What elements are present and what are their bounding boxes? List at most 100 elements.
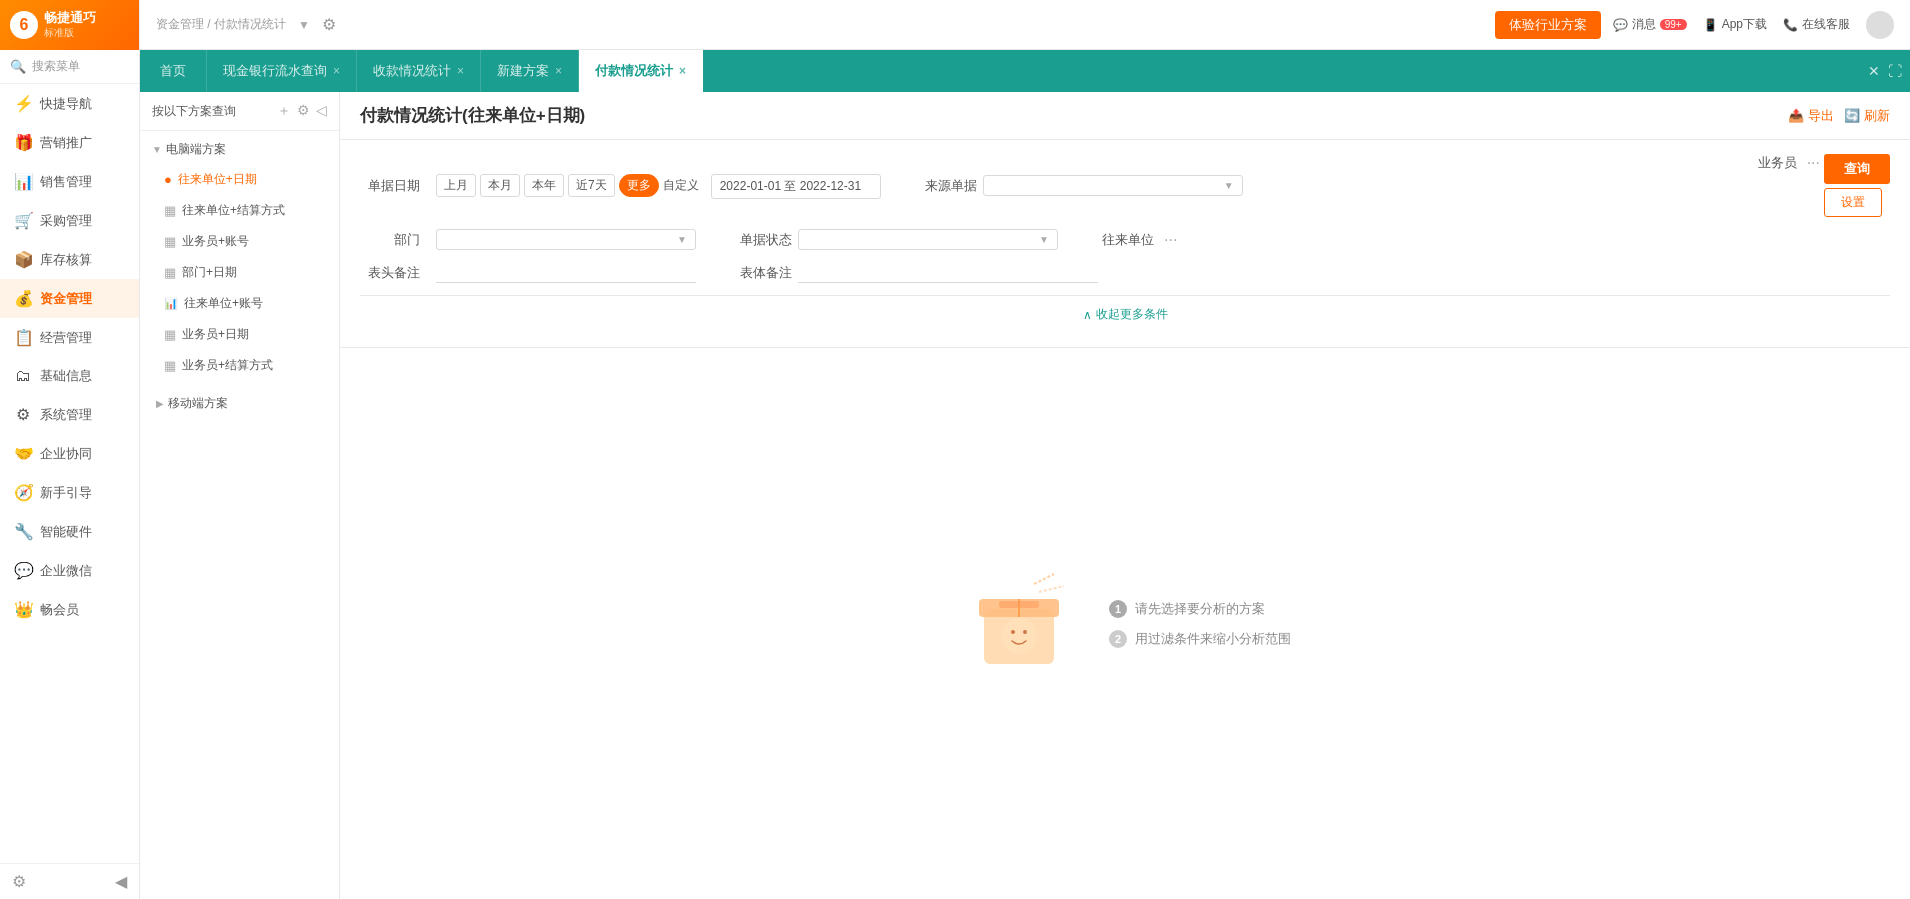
app-icon: 📱 bbox=[1703, 18, 1718, 32]
mobile-section-label: 移动端方案 bbox=[168, 395, 228, 412]
export-label: 导出 bbox=[1808, 107, 1834, 125]
tab-new-scheme[interactable]: 新建方案 × bbox=[481, 50, 579, 92]
scheme-dept-date[interactable]: ▦ 部门+日期 bbox=[140, 257, 339, 288]
tab-receipt-stat[interactable]: 收款情况统计 × bbox=[357, 50, 481, 92]
sidebar-item-label-wechat: 企业微信 bbox=[40, 562, 92, 580]
svg-rect-3 bbox=[999, 601, 1039, 608]
left-panel-header: 按以下方案查询 ＋ ⚙ ◁ bbox=[140, 92, 339, 131]
sidebar-item-sales[interactable]: 📊销售管理 bbox=[0, 162, 139, 201]
sidebar-item-quick-nav[interactable]: ⚡快捷导航 bbox=[0, 84, 139, 123]
footer-settings-icon[interactable]: ⚙ bbox=[12, 872, 26, 891]
scheme-counterpart-settle[interactable]: ▦ 往来单位+结算方式 bbox=[140, 195, 339, 226]
sidebar-item-hardware[interactable]: 🔧智能硬件 bbox=[0, 512, 139, 551]
sidebar-item-finance[interactable]: 💰资金管理 bbox=[0, 279, 139, 318]
messages-action[interactable]: 💬 消息 99+ bbox=[1613, 16, 1687, 33]
scheme-counterpart-date-label: 往来单位+日期 bbox=[178, 171, 257, 188]
body-note-input[interactable] bbox=[798, 262, 1098, 283]
shortcut-this-year[interactable]: 本年 bbox=[524, 174, 564, 197]
svg-line-7 bbox=[1034, 574, 1054, 584]
search-icon: 🔍 bbox=[10, 59, 26, 74]
svg-line-8 bbox=[1039, 586, 1064, 592]
source-select[interactable]: ▼ bbox=[983, 175, 1243, 196]
status-select[interactable]: ▼ bbox=[798, 229, 1058, 250]
desktop-section: ▼ 电脑端方案 ● 往来单位+日期 ▦ 往来单位+结算方式 ▦ 业务员+账号 ▦ bbox=[140, 131, 339, 385]
settings-button[interactable]: 设置 bbox=[1824, 188, 1882, 217]
refresh-button[interactable]: 🔄 刷新 bbox=[1844, 107, 1890, 125]
header-note-input[interactable] bbox=[436, 262, 696, 283]
date-range-value: 2022-01-01 至 2022-12-31 bbox=[720, 178, 861, 195]
sidebar-item-wechat[interactable]: 💬企业微信 bbox=[0, 551, 139, 590]
tab-bank-flow[interactable]: 现金银行流水查询 × bbox=[207, 50, 357, 92]
shortcut-last-month[interactable]: 上月 bbox=[436, 174, 476, 197]
empty-texts: 1 请先选择要分析的方案 2 用过滤条件来缩小分析范围 bbox=[1109, 600, 1291, 648]
user-avatar[interactable] bbox=[1866, 11, 1894, 39]
sidebar-item-guide[interactable]: 🧭新手引导 bbox=[0, 473, 139, 512]
add-scheme-icon[interactable]: ＋ bbox=[277, 102, 291, 120]
sidebar-item-label-member: 畅会员 bbox=[40, 601, 79, 619]
tab-receipt-stat-close[interactable]: × bbox=[457, 64, 464, 78]
trial-button[interactable]: 体验行业方案 bbox=[1495, 11, 1601, 39]
tab-payment-stat[interactable]: 付款情况统计 × bbox=[579, 50, 703, 92]
empty-step-1-text: 请先选择要分析的方案 bbox=[1135, 600, 1265, 618]
scheme-salesman-settle[interactable]: ▦ 业务员+结算方式 bbox=[140, 350, 339, 381]
filter-row-2: 部门 ▼ 单据状态 ▼ 往来单位 ··· bbox=[360, 229, 1890, 250]
tab-expand-icon[interactable]: ⛶ bbox=[1888, 63, 1902, 79]
sidebar-item-inventory[interactable]: 📦库存核算 bbox=[0, 240, 139, 279]
sidebar-item-system[interactable]: ⚙系统管理 bbox=[0, 395, 139, 434]
sidebar-search[interactable]: 🔍 搜索菜单 bbox=[0, 50, 139, 84]
scheme-settings-icon[interactable]: ⚙ bbox=[297, 102, 310, 120]
dept-select[interactable]: ▼ bbox=[436, 229, 696, 250]
date-range-input[interactable]: 2022-01-01 至 2022-12-31 bbox=[711, 174, 881, 199]
desktop-section-label: 电脑端方案 bbox=[166, 141, 226, 158]
tab-new-scheme-close[interactable]: × bbox=[555, 64, 562, 78]
shortcut-this-month[interactable]: 本月 bbox=[480, 174, 520, 197]
tab-bank-flow-close[interactable]: × bbox=[333, 64, 340, 78]
sidebar-item-purchase[interactable]: 🛒采购管理 bbox=[0, 201, 139, 240]
query-button[interactable]: 查询 bbox=[1824, 154, 1890, 184]
scheme-salesman-date[interactable]: ▦ 业务员+日期 bbox=[140, 319, 339, 350]
tab-payment-stat-close[interactable]: × bbox=[679, 64, 686, 78]
scheme-counterpart-account[interactable]: 📊 往来单位+账号 bbox=[140, 288, 339, 319]
sidebar-item-basic[interactable]: 🗂基础信息 bbox=[0, 357, 139, 395]
left-panel-header-text: 按以下方案查询 bbox=[152, 103, 271, 120]
tab-close-all-icon[interactable]: ✕ bbox=[1868, 63, 1880, 79]
tab-bank-flow-label: 现金银行流水查询 bbox=[223, 62, 327, 80]
desktop-section-header[interactable]: ▼ 电脑端方案 bbox=[140, 135, 339, 164]
tab-home[interactable]: 首页 bbox=[140, 50, 207, 92]
svg-point-5 bbox=[1011, 630, 1015, 634]
status-label: 单据状态 bbox=[732, 231, 792, 249]
footer-collapse-icon[interactable]: ◀ bbox=[115, 872, 127, 891]
shortcut-last-7days[interactable]: 近7天 bbox=[568, 174, 615, 197]
sidebar-nav: ⚡快捷导航🎁营销推广📊销售管理🛒采购管理📦库存核算💰资金管理📋经营管理🗂基础信息… bbox=[0, 84, 139, 863]
sidebar-item-label-basic: 基础信息 bbox=[40, 367, 92, 385]
empty-step-1: 1 请先选择要分析的方案 bbox=[1109, 600, 1291, 618]
sidebar-item-marketing[interactable]: 🎁营销推广 bbox=[0, 123, 139, 162]
online-service-action[interactable]: 📞 在线客服 bbox=[1783, 16, 1850, 33]
dept-arrow: ▼ bbox=[677, 234, 687, 245]
scheme-counterpart-date[interactable]: ● 往来单位+日期 bbox=[140, 164, 339, 195]
logo-icon: 6 bbox=[10, 11, 38, 39]
empty-svg bbox=[959, 564, 1079, 684]
mobile-section-header[interactable]: ▶ 移动端方案 bbox=[140, 389, 339, 418]
filter-btn-group: 查询 设置 bbox=[1824, 154, 1890, 217]
counterpart-dots[interactable]: ··· bbox=[1164, 231, 1177, 249]
sidebar-item-collab[interactable]: 🤝企业协同 bbox=[0, 434, 139, 473]
export-button[interactable]: 📤 导出 bbox=[1788, 107, 1834, 125]
sidebar-item-icon-quick-nav: ⚡ bbox=[14, 94, 32, 113]
step-num-1: 1 bbox=[1109, 600, 1127, 618]
panel-collapse-icon[interactable]: ◁ bbox=[316, 102, 327, 120]
sidebar-item-label-sales: 销售管理 bbox=[40, 173, 92, 191]
scheme-salesman-settle-label: 业务员+结算方式 bbox=[182, 357, 273, 374]
scheme-salesman-account[interactable]: ▦ 业务员+账号 bbox=[140, 226, 339, 257]
shortcut-more[interactable]: 更多 bbox=[619, 174, 659, 197]
salesman-label: 业务员 bbox=[1737, 154, 1797, 172]
salesman-dots[interactable]: ··· bbox=[1807, 154, 1820, 172]
counterpart-filter: 往来单位 ··· bbox=[1094, 231, 1177, 249]
collapse-bar[interactable]: ∧ 收起更多条件 bbox=[360, 295, 1890, 333]
status-filter: 单据状态 ▼ bbox=[732, 229, 1058, 250]
sidebar-item-operation[interactable]: 📋经营管理 bbox=[0, 318, 139, 357]
sidebar-item-member[interactable]: 👑畅会员 bbox=[0, 590, 139, 629]
left-panel-header-icons: ＋ ⚙ ◁ bbox=[277, 102, 327, 120]
app-download-action[interactable]: 📱 App下载 bbox=[1703, 16, 1767, 33]
topbar-settings-icon[interactable]: ⚙ bbox=[322, 15, 336, 34]
